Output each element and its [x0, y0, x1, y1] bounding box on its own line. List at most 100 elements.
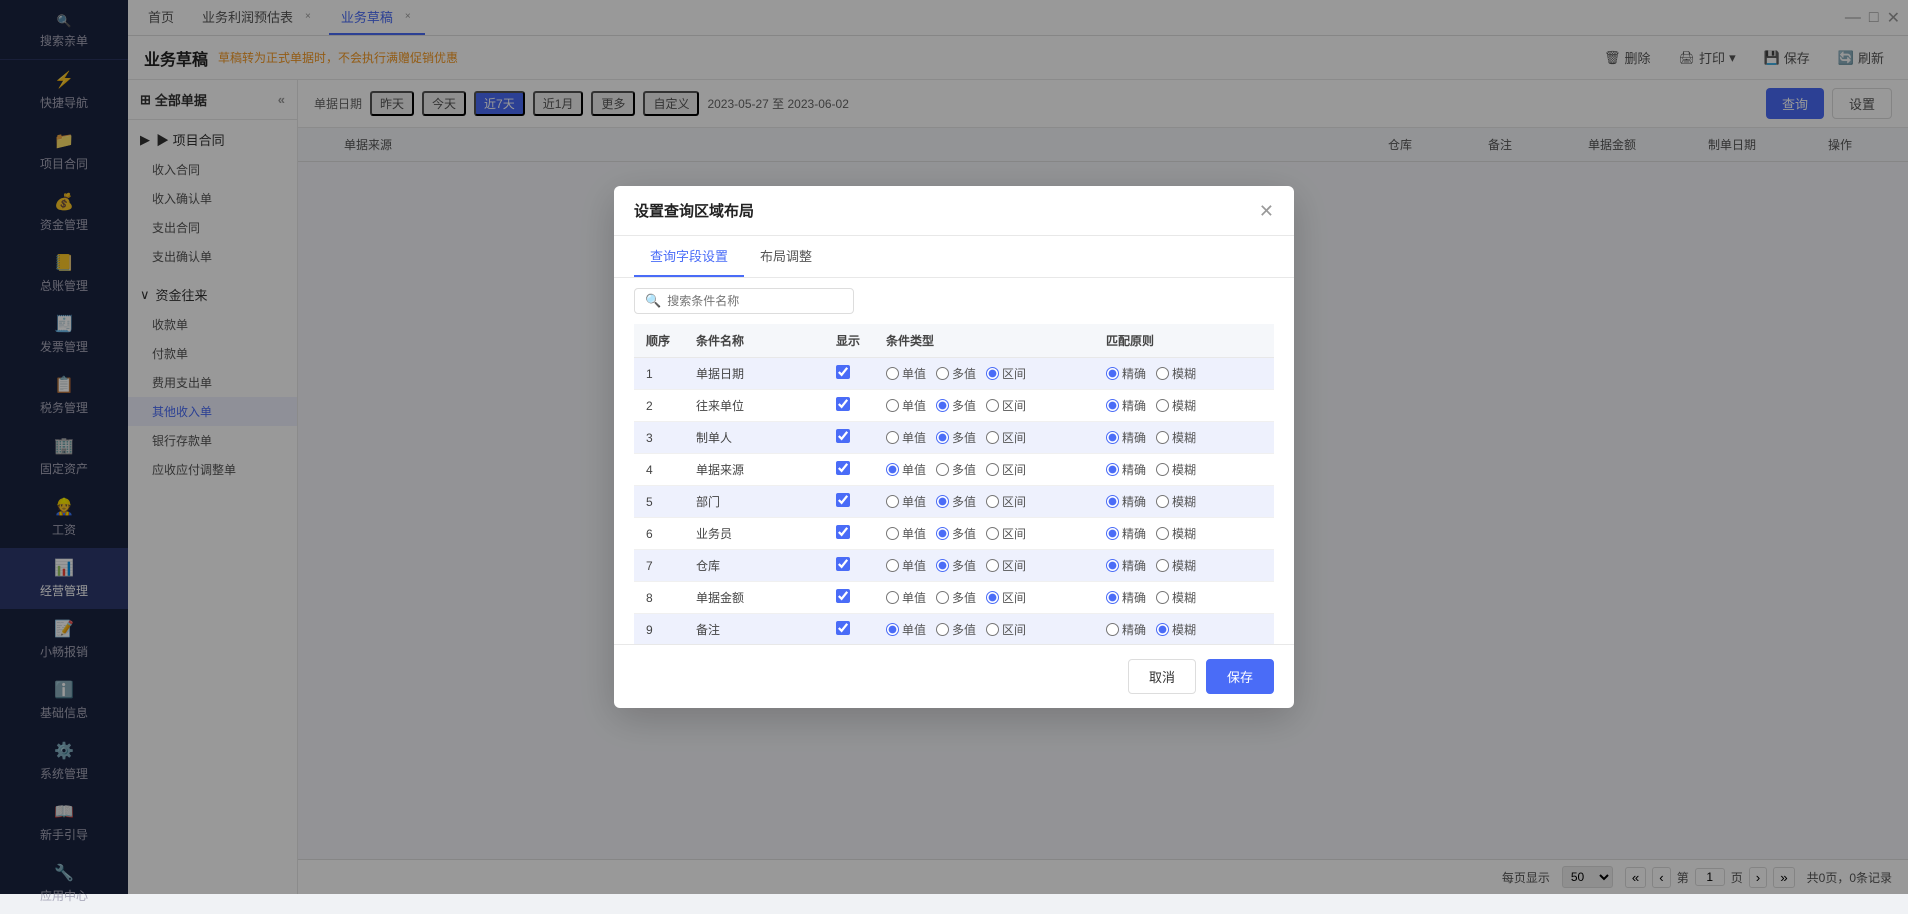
- row-6-matchtype-精确[interactable]: 精确: [1106, 525, 1146, 542]
- row-3-checkbox[interactable]: [836, 429, 850, 443]
- row-cond-type-cell: 单值多值区间: [874, 358, 1094, 390]
- row-match-type-cell: 精确模糊: [1094, 390, 1274, 422]
- row-1-matchtype-模糊[interactable]: 模糊: [1156, 365, 1196, 382]
- row-condition-name: 单据日期: [684, 358, 824, 390]
- row-2-matchtype-模糊[interactable]: 模糊: [1156, 397, 1196, 414]
- row-4-condtype-区间[interactable]: 区间: [986, 461, 1026, 478]
- row-index: 3: [634, 422, 684, 454]
- row-9-condtype-单值[interactable]: 单值: [886, 621, 926, 638]
- row-5-matchtype-模糊[interactable]: 模糊: [1156, 493, 1196, 510]
- row-6-checkbox[interactable]: [836, 525, 850, 539]
- row-7-condtype-多值[interactable]: 多值: [936, 557, 976, 574]
- condition-search-input[interactable]: [667, 294, 843, 308]
- col-header-name: 条件名称: [684, 324, 824, 358]
- modal-overlay: 设置查询区域布局 ✕ 查询字段设置 布局调整 🔍 顺序 条件名称 显示: [0, 0, 1908, 894]
- modal-table-scroll: 顺序 条件名称 显示 条件类型 匹配原则 1单据日期单值多值区间精确模糊2往来单…: [614, 324, 1294, 644]
- row-5-matchtype-精确[interactable]: 精确: [1106, 493, 1146, 510]
- row-5-checkbox[interactable]: [836, 493, 850, 507]
- col-header-show: 显示: [824, 324, 874, 358]
- row-condition-name: 往来单位: [684, 390, 824, 422]
- row-7-matchtype-精确[interactable]: 精确: [1106, 557, 1146, 574]
- row-condition-name: 备注: [684, 614, 824, 645]
- row-4-condtype-多值[interactable]: 多值: [936, 461, 976, 478]
- row-1-checkbox[interactable]: [836, 365, 850, 379]
- row-3-condtype-多值[interactable]: 多值: [936, 429, 976, 446]
- row-6-condtype-区间[interactable]: 区间: [986, 525, 1026, 542]
- row-3-condtype-单值[interactable]: 单值: [886, 429, 926, 446]
- row-2-condtype-多值[interactable]: 多值: [936, 397, 976, 414]
- row-condition-name: 制单人: [684, 422, 824, 454]
- row-8-matchtype-模糊[interactable]: 模糊: [1156, 589, 1196, 606]
- row-4-matchtype-精确[interactable]: 精确: [1106, 461, 1146, 478]
- row-1-condtype-多值[interactable]: 多值: [936, 365, 976, 382]
- modal-save-button[interactable]: 保存: [1206, 659, 1274, 694]
- row-7-condtype-区间[interactable]: 区间: [986, 557, 1026, 574]
- row-8-checkbox[interactable]: [836, 589, 850, 603]
- row-cond-type-cell: 单值多值区间: [874, 518, 1094, 550]
- table-row: 8单据金额单值多值区间精确模糊: [634, 582, 1274, 614]
- row-index: 5: [634, 486, 684, 518]
- row-5-condtype-多值[interactable]: 多值: [936, 493, 976, 510]
- row-index: 8: [634, 582, 684, 614]
- row-6-condtype-单值[interactable]: 单值: [886, 525, 926, 542]
- row-4-checkbox[interactable]: [836, 461, 850, 475]
- search-icon-modal: 🔍: [645, 293, 661, 309]
- row-9-condtype-多值[interactable]: 多值: [936, 621, 976, 638]
- row-checkbox-cell: [824, 486, 874, 518]
- row-8-condtype-区间[interactable]: 区间: [986, 589, 1026, 606]
- row-5-condtype-单值[interactable]: 单值: [886, 493, 926, 510]
- row-6-matchtype-模糊[interactable]: 模糊: [1156, 525, 1196, 542]
- row-index: 6: [634, 518, 684, 550]
- row-checkbox-cell: [824, 422, 874, 454]
- row-match-type-cell: 精确模糊: [1094, 486, 1274, 518]
- row-checkbox-cell: [824, 582, 874, 614]
- row-3-matchtype-模糊[interactable]: 模糊: [1156, 429, 1196, 446]
- row-match-type-cell: 精确模糊: [1094, 518, 1274, 550]
- row-index: 1: [634, 358, 684, 390]
- row-7-checkbox[interactable]: [836, 557, 850, 571]
- row-2-matchtype-精确[interactable]: 精确: [1106, 397, 1146, 414]
- row-1-condtype-单值[interactable]: 单值: [886, 365, 926, 382]
- table-row: 9备注单值多值区间精确模糊: [634, 614, 1274, 645]
- row-cond-type-cell: 单值多值区间: [874, 614, 1094, 645]
- row-2-condtype-单值[interactable]: 单值: [886, 397, 926, 414]
- row-8-condtype-多值[interactable]: 多值: [936, 589, 976, 606]
- row-2-condtype-区间[interactable]: 区间: [986, 397, 1026, 414]
- row-9-matchtype-精确[interactable]: 精确: [1106, 621, 1146, 638]
- row-cond-type-cell: 单值多值区间: [874, 550, 1094, 582]
- row-3-condtype-区间[interactable]: 区间: [986, 429, 1026, 446]
- row-7-matchtype-模糊[interactable]: 模糊: [1156, 557, 1196, 574]
- table-row: 3制单人 单值多值区间 精确模糊: [634, 422, 1274, 454]
- table-row: 5部门单值多值区间精确模糊: [634, 486, 1274, 518]
- modal-close-button[interactable]: ✕: [1259, 202, 1274, 220]
- row-7-condtype-单值[interactable]: 单值: [886, 557, 926, 574]
- row-9-matchtype-模糊[interactable]: 模糊: [1156, 621, 1196, 638]
- row-9-condtype-区间[interactable]: 区间: [986, 621, 1026, 638]
- row-1-matchtype-精确[interactable]: 精确: [1106, 365, 1146, 382]
- row-9-checkbox[interactable]: [836, 621, 850, 635]
- row-match-type-cell: 精确模糊: [1094, 454, 1274, 486]
- modal-search-area: 🔍: [614, 278, 1294, 324]
- modal-tab-layout[interactable]: 布局调整: [744, 236, 828, 277]
- row-4-matchtype-模糊[interactable]: 模糊: [1156, 461, 1196, 478]
- row-8-condtype-单值[interactable]: 单值: [886, 589, 926, 606]
- row-match-type-cell: 精确模糊: [1094, 422, 1274, 454]
- row-4-condtype-单值[interactable]: 单值: [886, 461, 926, 478]
- modal-tab-query[interactable]: 查询字段设置: [634, 236, 744, 277]
- row-2-checkbox[interactable]: [836, 397, 850, 411]
- row-condition-name: 业务员: [684, 518, 824, 550]
- cancel-button[interactable]: 取消: [1128, 659, 1196, 694]
- row-8-matchtype-精确[interactable]: 精确: [1106, 589, 1146, 606]
- row-5-condtype-区间[interactable]: 区间: [986, 493, 1026, 510]
- row-index: 2: [634, 390, 684, 422]
- row-checkbox-cell: [824, 614, 874, 645]
- row-3-matchtype-精确[interactable]: 精确: [1106, 429, 1146, 446]
- row-1-condtype-区间[interactable]: 区间: [986, 365, 1026, 382]
- modal-header: 设置查询区域布局 ✕: [614, 186, 1294, 236]
- search-input-wrap: 🔍: [634, 288, 854, 314]
- modal-dialog: 设置查询区域布局 ✕ 查询字段设置 布局调整 🔍 顺序 条件名称 显示: [614, 186, 1294, 708]
- row-index: 7: [634, 550, 684, 582]
- row-checkbox-cell: [824, 454, 874, 486]
- row-cond-type-cell: 单值多值区间: [874, 582, 1094, 614]
- row-6-condtype-多值[interactable]: 多值: [936, 525, 976, 542]
